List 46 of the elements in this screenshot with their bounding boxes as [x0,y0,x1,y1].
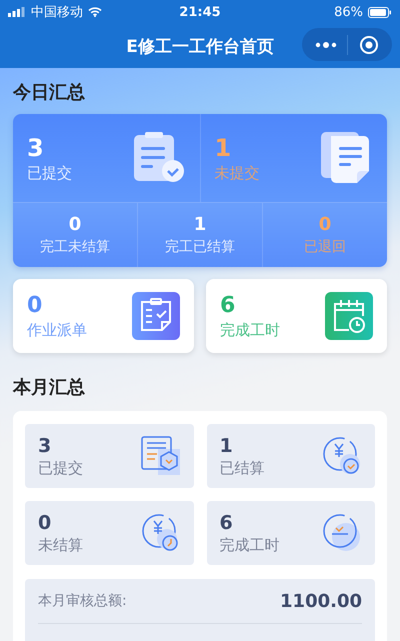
stat-value: 1 [214,134,232,162]
section-title: 本月汇总 [13,376,86,400]
signal-icon [8,7,26,17]
battery-percent: 86% [334,4,363,20]
stat-value: 6 [220,292,236,318]
section-title: 今日汇总 [13,81,86,105]
stat-label: 未提交 [214,164,260,182]
total-label: 本月审核总额: [38,592,127,610]
checklist-icon [132,292,180,340]
stat-label: 已提交 [27,164,72,182]
battery-icon [368,6,392,18]
stat-label: 完工未结算 [40,238,110,256]
calendar-clock-icon [325,292,373,340]
stat-value: 0 [27,292,44,318]
stat-label: 已提交 [38,458,83,478]
stat-value: 0 [68,214,82,235]
yen-check-icon [322,436,362,476]
stat-tile[interactable]: 3 已提交 [25,424,194,488]
stat-tile[interactable]: 1 已结算 [206,424,375,488]
stat-label: 完工已结算 [165,238,235,256]
wifi-icon [88,7,102,17]
stat-label: 完成工时 [220,320,280,340]
stat-value: 3 [38,434,52,456]
more-icon[interactable] [315,40,338,48]
stat-value: 0 [318,214,332,235]
stat-label: 已退回 [304,238,346,256]
clock-check-icon [322,513,362,553]
stat-label: 完成工时 [220,536,280,554]
stat-value: 1 [194,214,206,235]
stat-value: 1 [220,434,234,456]
close-icon[interactable] [358,34,379,54]
stat-value: 3 [27,134,45,162]
stat-label: 作业派单 [27,320,87,340]
stat-value: 0 [38,512,52,534]
stat-value: 6 [220,512,234,534]
stat-tile[interactable]: 0 未结算 [25,501,194,565]
total-amount: 1100.00 [280,590,362,612]
status-time: 21:45 [179,4,221,20]
yen-clock-icon [140,513,180,553]
stat-tile[interactable]: 6 完成工时 [206,501,375,565]
clipboard-check-icon [132,132,186,184]
page-title: E修工一工作台首页 [126,36,274,58]
stat-label: 未结算 [38,536,83,554]
report-icon [140,436,180,476]
stat-label: 已结算 [220,458,264,478]
carrier-name: 中国移动 [31,4,83,21]
